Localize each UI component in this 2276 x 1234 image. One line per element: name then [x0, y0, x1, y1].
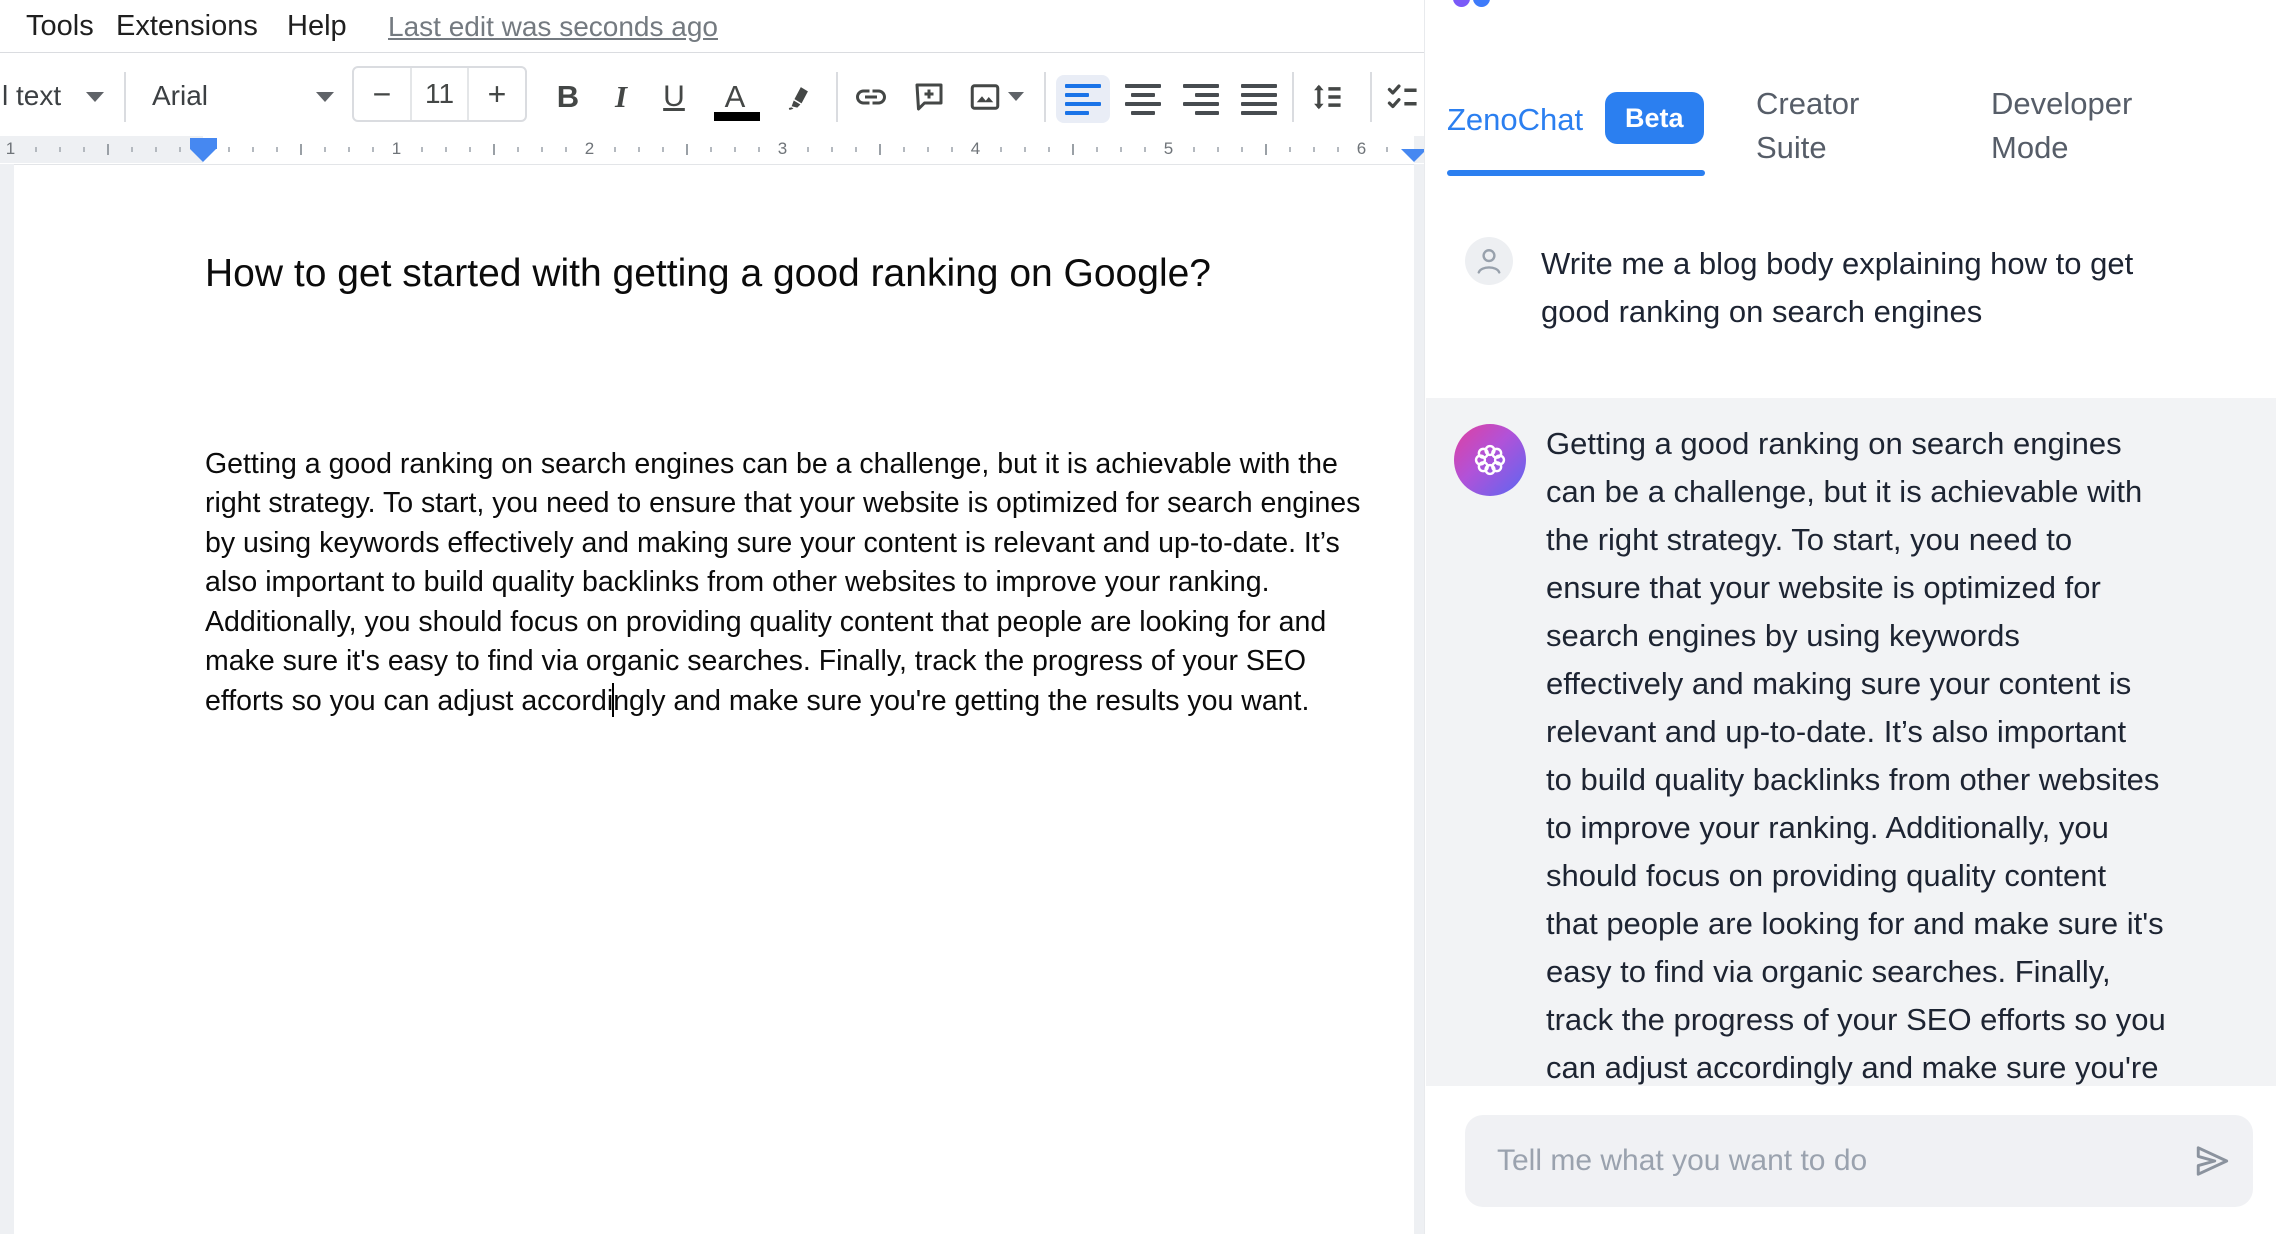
insert-link-button[interactable] [848, 74, 894, 120]
user-avatar [1465, 237, 1513, 285]
italic-button[interactable]: I [598, 74, 644, 120]
toolbar-divider [1044, 72, 1046, 122]
ai-response-block: Getting a good ranking on search engines… [1426, 398, 2276, 1086]
ai-response-line: ensure that your website is optimized fo… [1546, 564, 2166, 612]
tab-zenochat[interactable]: ZenoChat [1447, 98, 1583, 142]
line-spacing-button[interactable] [1304, 74, 1350, 120]
ai-response-line: should focus on providing quality conten… [1546, 852, 2166, 900]
ai-response-line: search engines by using keywords [1546, 612, 2166, 660]
checklist-button[interactable] [1380, 74, 1426, 120]
ruler[interactable]: 1123456 [0, 136, 1424, 165]
document-text-line[interactable]: efforts so you can adjust accordingly an… [205, 682, 1360, 722]
brain-logo-icon [1468, 438, 1512, 482]
document-text-line[interactable]: Getting a good ranking on search engines… [205, 445, 1360, 485]
underline-button[interactable]: U [651, 74, 697, 120]
chat-input[interactable] [1465, 1115, 2253, 1207]
document-text-line[interactable]: also important to build quality backlink… [205, 563, 1360, 603]
insert-image-button[interactable] [962, 74, 1008, 120]
logo-dot-blue-icon [1473, 0, 1490, 7]
toolbar-divider [1370, 72, 1372, 122]
document-text-line[interactable]: by using keywords effectively and making… [205, 524, 1360, 564]
align-right-button[interactable] [1174, 75, 1228, 123]
ai-response-line: can adjust accordingly and make sure you… [1546, 1044, 2166, 1086]
line-spacing-icon [1308, 78, 1346, 116]
document-canvas-gutter [1414, 164, 1424, 1234]
user-message: Write me a blog body explaining how to g… [1541, 240, 2133, 336]
user-message-line: good ranking on search engines [1541, 288, 2133, 336]
image-icon [967, 79, 1003, 115]
ruler-left-margin [0, 136, 203, 163]
checklist-icon [1384, 78, 1422, 116]
app-window: Tools Extensions Help Last edit was seco… [0, 0, 2276, 1234]
align-right-icon [1183, 84, 1219, 115]
send-icon [2190, 1139, 2234, 1183]
tab-developer-mode[interactable]: Developer Mode [1991, 82, 2171, 170]
ai-response-line: to improve your ranking. Additionally, y… [1546, 804, 2166, 852]
ai-response-line: track the progress of your SEO efforts s… [1546, 996, 2166, 1044]
menu-extensions[interactable]: Extensions [116, 10, 258, 43]
font-size-value[interactable]: 11 [412, 68, 467, 120]
toolbar-divider [124, 72, 126, 122]
send-button[interactable] [2187, 1136, 2237, 1186]
highlight-color-button[interactable] [775, 74, 821, 120]
text-before-caret: efforts so you can adjust accordi [205, 685, 613, 717]
menu-tools[interactable]: Tools [26, 10, 94, 43]
document-body[interactable]: Getting a good ranking on search engines… [205, 326, 1360, 721]
link-icon [853, 79, 889, 115]
toolbar-divider [1292, 72, 1294, 122]
ai-response-line: that people are looking for and make sur… [1546, 900, 2166, 948]
text-color-swatch [714, 112, 760, 121]
font-size-control: − 11 + [352, 66, 527, 122]
menu-separator [0, 52, 1424, 53]
toolbar-divider [836, 72, 838, 122]
document-canvas-gutter [0, 164, 14, 1234]
beta-badge: Beta [1605, 92, 1704, 144]
paragraph-style-select[interactable]: l text [2, 80, 61, 112]
ai-response-line: easy to find via organic searches. Final… [1546, 948, 2166, 996]
zenochat-avatar [1454, 424, 1526, 496]
chevron-down-icon[interactable] [86, 92, 104, 102]
align-left-icon [1065, 84, 1101, 115]
last-edit-status[interactable]: Last edit was seconds ago [388, 11, 718, 43]
increase-font-size-button[interactable]: + [467, 68, 525, 120]
ai-response-line: relevant and up-to-date. It’s also impor… [1546, 708, 2166, 756]
highlighter-icon [781, 80, 815, 114]
ai-response-line: effectively and making sure your content… [1546, 660, 2166, 708]
zenochat-panel: ZenoChat Beta Creator Suite Developer Mo… [1424, 0, 2276, 1234]
user-message-line: Write me a blog body explaining how to g… [1541, 240, 2133, 288]
tab-creator-suite[interactable]: Creator Suite [1756, 82, 1916, 170]
bold-button[interactable]: B [545, 74, 591, 120]
add-comment-button[interactable] [906, 74, 952, 120]
logo-dot-purple-icon [1453, 0, 1470, 7]
document-text-line[interactable]: right strategy. To start, you need to en… [205, 484, 1360, 524]
document-text-line[interactable]: Additionally, you should focus on provid… [205, 603, 1360, 643]
align-left-button[interactable] [1056, 75, 1110, 123]
align-center-icon [1125, 84, 1161, 115]
chevron-down-icon[interactable] [1008, 92, 1024, 101]
decrease-font-size-button[interactable]: − [354, 68, 412, 120]
align-center-button[interactable] [1116, 75, 1170, 123]
left-indent-marker[interactable] [190, 149, 216, 162]
align-justify-button[interactable] [1232, 75, 1286, 123]
ai-response-text: Getting a good ranking on search engines… [1546, 420, 2166, 1086]
active-tab-underline [1447, 170, 1705, 176]
ai-response-line: the right strategy. To start, you need t… [1546, 516, 2166, 564]
document-title[interactable]: How to get started with getting a good r… [205, 252, 1211, 296]
text-after-caret: ngly and make sure you're getting the re… [613, 685, 1309, 717]
first-line-indent-marker[interactable] [190, 138, 217, 149]
document-text-line[interactable]: make sure it's easy to find via organic … [205, 642, 1360, 682]
menu-help[interactable]: Help [287, 10, 347, 43]
person-icon [1472, 244, 1506, 278]
align-justify-icon [1241, 84, 1277, 115]
font-family-select[interactable]: Arial [152, 80, 208, 112]
chevron-down-icon[interactable] [316, 92, 334, 102]
ai-response-line: Getting a good ranking on search engines [1546, 420, 2166, 468]
ai-response-line: to build quality backlinks from other we… [1546, 756, 2166, 804]
ai-response-line: can be a challenge, but it is achievable… [1546, 468, 2166, 516]
comment-plus-icon [911, 79, 947, 115]
